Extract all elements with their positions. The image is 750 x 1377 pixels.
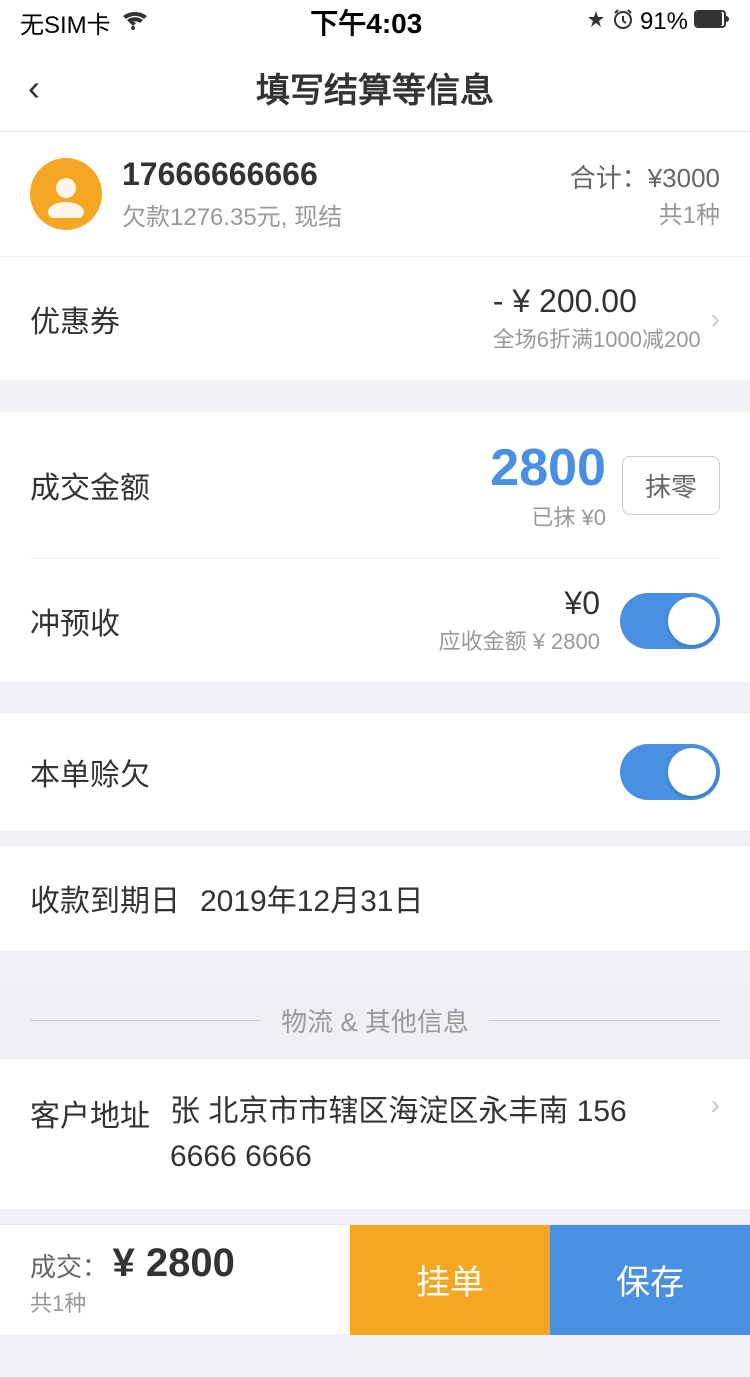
address-row[interactable]: 客户地址 张 北京市市辖区海淀区永丰南 156 6666 6666 › bbox=[30, 1059, 720, 1209]
address-section: 客户地址 张 北京市市辖区海淀区永丰南 156 6666 6666 › bbox=[0, 1059, 750, 1209]
page-title: 填写结算等信息 bbox=[256, 63, 494, 112]
coupon-label: 优惠券 bbox=[30, 297, 120, 341]
bottom-amount: ¥ 2800 bbox=[112, 1241, 234, 1285]
transaction-sub: 已抹 ¥0 bbox=[490, 500, 606, 532]
address-value: 张 北京市市辖区海淀区永丰南 156 6666 6666 bbox=[170, 1089, 691, 1179]
user-total: 合计：¥3000 共1种 bbox=[570, 158, 720, 230]
bottom-label: 成交： bbox=[30, 1252, 108, 1282]
due-section: 收款到期日 2019年12月31日 bbox=[0, 846, 750, 950]
location-icon bbox=[586, 8, 606, 36]
due-row: 收款到期日 2019年12月31日 bbox=[30, 846, 720, 950]
logistics-divider: 物流 & 其他信息 bbox=[0, 982, 750, 1059]
address-label: 客户地址 bbox=[30, 1089, 150, 1135]
coupon-right: - ¥ 200.00 全场6折满1000减200 › bbox=[493, 283, 720, 354]
coupon-row[interactable]: 优惠券 - ¥ 200.00 全场6折满1000减200 › bbox=[0, 256, 750, 380]
section-gap bbox=[0, 396, 750, 412]
content-area: 17666666666 欠款1276.35元, 现结 合计：¥3000 共1种 … bbox=[0, 132, 750, 1377]
user-phone: 17666666666 bbox=[122, 156, 342, 193]
transaction-right: 2800 已抹 ¥0 抹零 bbox=[490, 438, 720, 532]
prereceive-label: 冲预收 bbox=[30, 599, 120, 643]
battery-icon bbox=[694, 8, 730, 36]
user-debt: 欠款1276.35元, 现结 bbox=[122, 197, 342, 232]
avatar bbox=[30, 158, 102, 230]
back-button[interactable]: ‹ bbox=[28, 67, 40, 109]
bottom-bar: 成交： ¥ 2800 共1种 挂单 保存 bbox=[0, 1224, 750, 1334]
save-button[interactable]: 保存 bbox=[550, 1225, 750, 1335]
hang-button[interactable]: 挂单 bbox=[350, 1225, 550, 1335]
bottom-summary: 成交： ¥ 2800 共1种 bbox=[0, 1241, 350, 1318]
transaction-label: 成交金额 bbox=[30, 463, 150, 507]
alarm-icon bbox=[612, 8, 634, 37]
section-gap-2 bbox=[0, 698, 750, 714]
section-gap-3 bbox=[0, 966, 750, 982]
total-count: 共1种 bbox=[570, 195, 720, 230]
coupon-discount: - ¥ 200.00 bbox=[493, 283, 701, 320]
prereceive-value: ¥0 bbox=[439, 585, 600, 622]
prereceive-toggle[interactable] bbox=[620, 593, 720, 649]
user-left: 17666666666 欠款1276.35元, 现结 bbox=[30, 156, 342, 232]
round-button[interactable]: 抹零 bbox=[622, 456, 720, 515]
prereceive-amount: ¥0 应收金额 ¥ 2800 bbox=[439, 585, 600, 656]
transaction-amount-info: 2800 已抹 ¥0 bbox=[490, 438, 606, 532]
address-chevron-icon: › bbox=[711, 1089, 720, 1121]
debt-label: 本单赊欠 bbox=[30, 750, 150, 794]
amount-section: 成交金额 2800 已抹 ¥0 抹零 冲预收 ¥0 应收金额 ¥ 2800 bbox=[0, 412, 750, 682]
total-label: 合计：¥3000 bbox=[570, 158, 720, 195]
prereceive-row: 冲预收 ¥0 应收金额 ¥ 2800 bbox=[30, 559, 720, 682]
prereceive-right: ¥0 应收金额 ¥ 2800 bbox=[439, 585, 720, 656]
due-value: 2019年12月31日 bbox=[200, 876, 423, 920]
status-bar-left: 无SIM卡 bbox=[20, 5, 147, 40]
battery-percent: 91% bbox=[640, 8, 688, 36]
chevron-right-icon: › bbox=[711, 303, 720, 335]
due-label: 收款到期日 bbox=[30, 876, 180, 920]
debt-toggle[interactable] bbox=[620, 744, 720, 800]
user-info: 17666666666 欠款1276.35元, 现结 bbox=[122, 156, 342, 232]
debt-row: 本单赊欠 bbox=[30, 714, 720, 830]
user-row: 17666666666 欠款1276.35元, 现结 合计：¥3000 共1种 bbox=[0, 132, 750, 256]
user-info-card: 17666666666 欠款1276.35元, 现结 合计：¥3000 共1种 … bbox=[0, 132, 750, 380]
bottom-count: 共1种 bbox=[30, 1286, 320, 1318]
prereceive-sub: 应收金额 ¥ 2800 bbox=[439, 624, 600, 656]
nav-bar: ‹ 填写结算等信息 bbox=[0, 44, 750, 132]
logistics-label: 物流 & 其他信息 bbox=[281, 1002, 469, 1039]
transaction-value: 2800 bbox=[490, 438, 606, 498]
sim-status: 无SIM卡 bbox=[20, 5, 111, 40]
divider-line-left bbox=[30, 1020, 261, 1021]
coupon-desc: 全场6折满1000减200 bbox=[493, 322, 701, 354]
debt-section: 本单赊欠 bbox=[0, 714, 750, 830]
status-bar: 无SIM卡 下午4:03 91% bbox=[0, 0, 750, 44]
wifi-icon bbox=[119, 8, 147, 37]
divider-line-right bbox=[489, 1020, 720, 1021]
coupon-info: - ¥ 200.00 全场6折满1000减200 bbox=[493, 283, 701, 354]
status-bar-time: 下午4:03 bbox=[310, 2, 422, 42]
status-bar-right: 91% bbox=[586, 8, 730, 37]
transaction-amount-row: 成交金额 2800 已抹 ¥0 抹零 bbox=[30, 412, 720, 559]
